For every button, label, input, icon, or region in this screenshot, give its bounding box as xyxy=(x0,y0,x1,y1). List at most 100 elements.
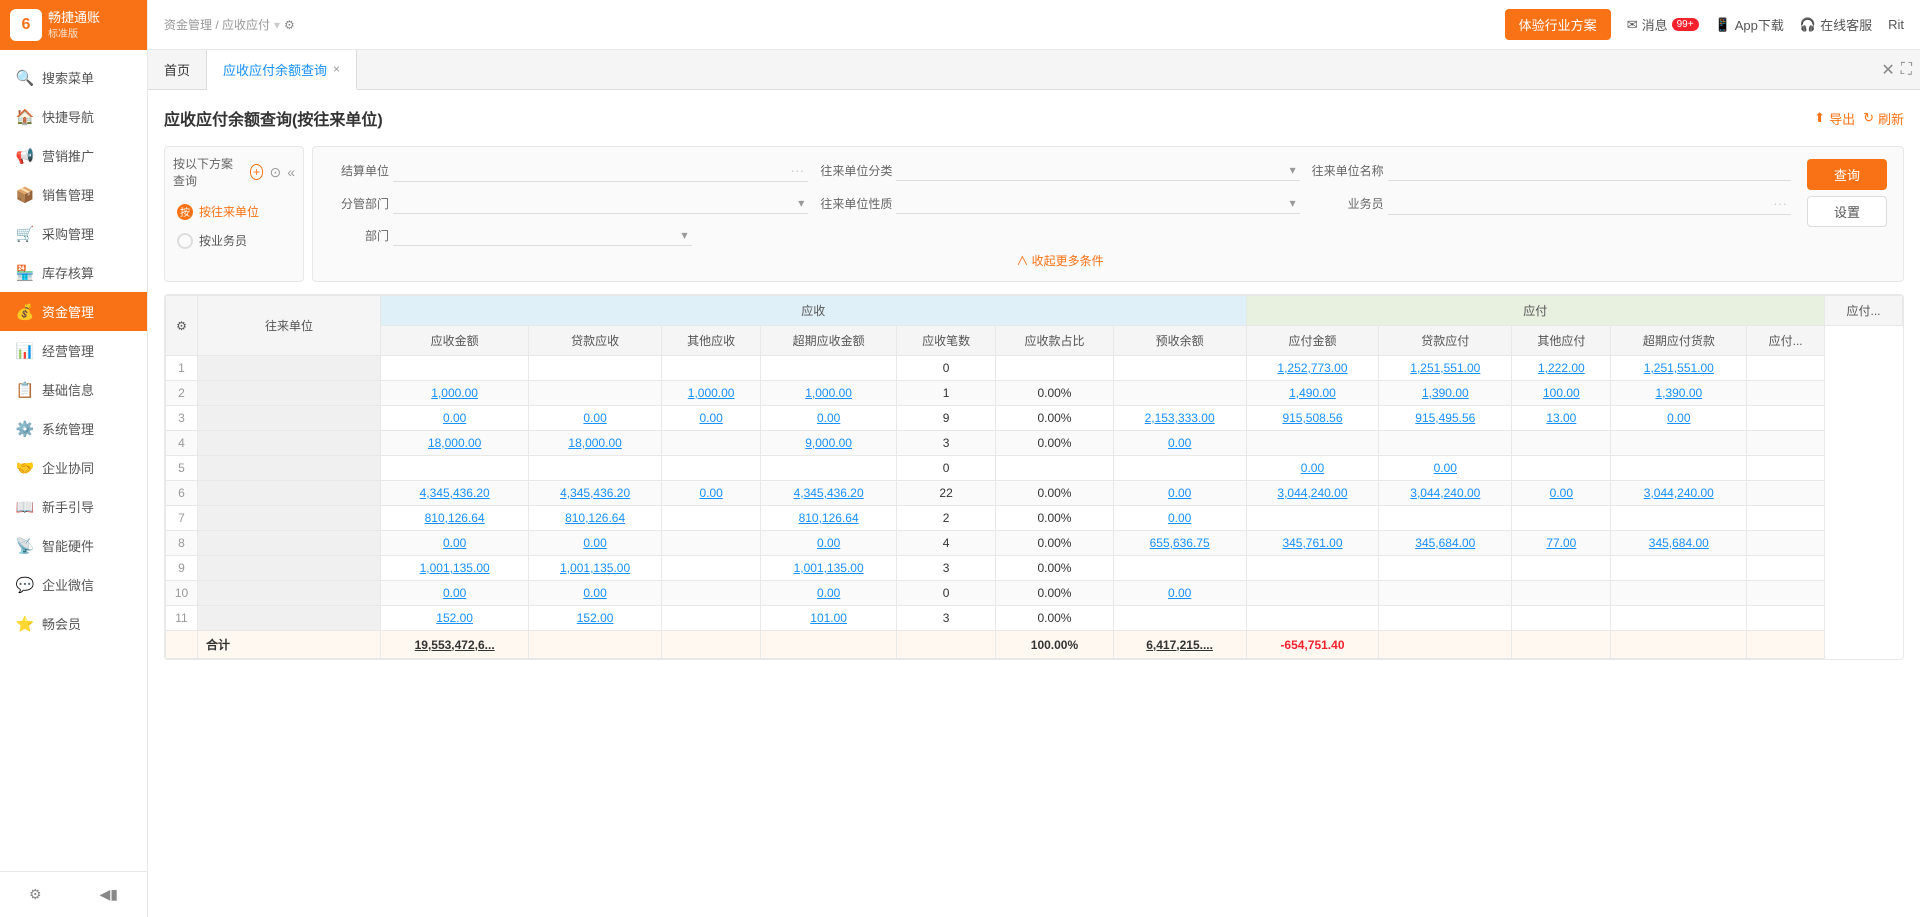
ap_other-cell[interactable]: 1,222.00 xyxy=(1512,356,1611,381)
ar_prepay-cell[interactable]: 0.00 xyxy=(1113,506,1246,531)
ap_amount-cell[interactable]: 3,044,240.00 xyxy=(1246,481,1379,506)
dept-select[interactable]: ▾ xyxy=(393,225,692,246)
tab-home[interactable]: 首页 xyxy=(148,50,207,89)
sidebar-item-search-menu[interactable]: 🔍 搜索菜单 xyxy=(0,58,147,97)
settlement-unit-input[interactable]: ··· xyxy=(393,159,808,182)
ap_loan-cell[interactable]: 1,390.00 xyxy=(1379,381,1512,406)
managing-dept-select[interactable]: ▾ xyxy=(393,193,808,214)
ap_overdue-cell[interactable]: 345,684.00 xyxy=(1611,531,1747,556)
ar_loan-cell[interactable]: 4,345,436.20 xyxy=(529,481,662,506)
query-by-salesman[interactable]: 按业务员 xyxy=(169,226,299,255)
ap_loan-cell[interactable]: 1,251,551.00 xyxy=(1379,356,1512,381)
ap_loan-cell[interactable]: 915,495.56 xyxy=(1379,406,1512,431)
ar_overdue-cell[interactable]: 1,000.00 xyxy=(761,381,897,406)
sidebar-item-weixin[interactable]: 💬 企业微信 xyxy=(0,565,147,604)
ap_amount-cell[interactable]: 1,252,773.00 xyxy=(1246,356,1379,381)
ar_loan-cell[interactable]: 0.00 xyxy=(529,531,662,556)
sidebar-item-enterprise[interactable]: 🤝 企业协同 xyxy=(0,448,147,487)
ar_overdue-cell[interactable]: 4,345,436.20 xyxy=(761,481,897,506)
footer-ar-prepay[interactable]: 6,417,215.... xyxy=(1113,631,1246,659)
salesman-input[interactable]: ··· xyxy=(1388,192,1791,215)
sidebar-item-operations[interactable]: 📊 经营管理 xyxy=(0,331,147,370)
user-display[interactable]: Rit xyxy=(1888,17,1904,32)
settings-btn[interactable]: 设置 xyxy=(1807,196,1887,227)
ap_overdue-cell[interactable]: 3,044,240.00 xyxy=(1611,481,1747,506)
query-btn[interactable]: 查询 xyxy=(1807,159,1887,190)
sidebar-item-newbie[interactable]: 📖 新手引导 xyxy=(0,487,147,526)
ar_overdue-cell[interactable]: 0.00 xyxy=(761,581,897,606)
ar_prepay-cell[interactable]: 0.00 xyxy=(1113,431,1246,456)
sidebar-item-purchase[interactable]: 🛒 采购管理 xyxy=(0,214,147,253)
ar_amount-cell[interactable]: 18,000.00 xyxy=(381,431,529,456)
ar_overdue-cell[interactable]: 9,000.00 xyxy=(761,431,897,456)
partner-name-input[interactable] xyxy=(1388,160,1791,181)
sidebar-item-system[interactable]: ⚙️ 系统管理 xyxy=(0,409,147,448)
ar_loan-cell[interactable]: 0.00 xyxy=(529,581,662,606)
query-by-partner[interactable]: 按 按往来单位 xyxy=(169,197,299,226)
partner-name-field[interactable] xyxy=(1392,163,1787,177)
ap_amount-cell[interactable]: 1,490.00 xyxy=(1246,381,1379,406)
ar_prepay-cell[interactable]: 0.00 xyxy=(1113,481,1246,506)
ar_overdue-cell[interactable]: 101.00 xyxy=(761,606,897,631)
ar_loan-cell[interactable]: 152.00 xyxy=(529,606,662,631)
ap_amount-cell[interactable]: 915,508.56 xyxy=(1246,406,1379,431)
add-icon[interactable]: + xyxy=(250,164,264,180)
ap_loan-cell[interactable]: 0.00 xyxy=(1379,456,1512,481)
tab-close-btn[interactable]: × xyxy=(333,62,340,76)
messages-btn[interactable]: ✉ 消息 99+ xyxy=(1627,15,1699,34)
ar_prepay-cell[interactable]: 2,153,333.00 xyxy=(1113,406,1246,431)
ar_overdue-cell[interactable]: 0.00 xyxy=(761,531,897,556)
ar_amount-cell[interactable]: 0.00 xyxy=(381,581,529,606)
collapse-btn[interactable]: ∧ 收起更多条件 xyxy=(1016,254,1103,268)
ap_overdue-cell[interactable]: 1,251,551.00 xyxy=(1611,356,1747,381)
app-download-btn[interactable]: 📱 App下载 xyxy=(1715,15,1784,34)
sidebar-collapse-btn[interactable]: ◀▮ xyxy=(92,882,126,907)
ar_amount-cell[interactable]: 0.00 xyxy=(381,531,529,556)
collapse-left-icon[interactable]: « xyxy=(287,164,295,180)
online-service-btn[interactable]: 🎧 在线客服 xyxy=(1800,15,1872,34)
trial-btn[interactable]: 体验行业方案 xyxy=(1505,9,1611,40)
ar_amount-cell[interactable]: 1,000.00 xyxy=(381,381,529,406)
sidebar-item-member[interactable]: ⭐ 畅会员 xyxy=(0,604,147,643)
ap_other-cell[interactable]: 13.00 xyxy=(1512,406,1611,431)
tab-ar-ap-query[interactable]: 应收应付余额查询 × xyxy=(207,50,357,90)
sidebar-item-quick-nav[interactable]: 🏠 快捷导航 xyxy=(0,97,147,136)
footer-ar-amount[interactable]: 19,553,472,6... xyxy=(381,631,529,659)
ar_loan-cell[interactable]: 0.00 xyxy=(529,406,662,431)
topbar-settings-icon[interactable]: ⚙ xyxy=(284,18,295,32)
ar_loan-cell[interactable]: 18,000.00 xyxy=(529,431,662,456)
ar_overdue-cell[interactable]: 1,001,135.00 xyxy=(761,556,897,581)
sidebar-item-smart-hw[interactable]: 📡 智能硬件 xyxy=(0,526,147,565)
ar_amount-cell[interactable]: 4,345,436.20 xyxy=(381,481,529,506)
table-config-icon[interactable]: ⚙ xyxy=(176,319,187,333)
tab-close-window-btn[interactable]: ✕ xyxy=(1881,60,1894,80)
tab-expand-btn[interactable]: ⛶ xyxy=(1901,61,1912,79)
partner-nature-select[interactable]: ▾ xyxy=(896,193,1299,214)
ap_amount-cell[interactable]: 0.00 xyxy=(1246,456,1379,481)
sidebar-item-basic-info[interactable]: 📋 基础信息 xyxy=(0,370,147,409)
ap_other-cell[interactable]: 77.00 xyxy=(1512,531,1611,556)
ap_overdue-cell[interactable]: 0.00 xyxy=(1611,406,1747,431)
refresh-btn[interactable]: ↻ 刷新 xyxy=(1863,109,1904,128)
ar_prepay-cell[interactable]: 655,636.75 xyxy=(1113,531,1246,556)
ar_other-cell[interactable]: 1,000.00 xyxy=(662,381,761,406)
settings-small-icon[interactable]: ⊙ xyxy=(269,164,281,181)
export-btn[interactable]: ⬆ 导出 xyxy=(1814,109,1855,128)
sidebar-settings-btn[interactable]: ⚙ xyxy=(21,882,50,907)
ar_amount-cell[interactable]: 0.00 xyxy=(381,406,529,431)
ar_other-cell[interactable]: 0.00 xyxy=(662,406,761,431)
ar_amount-cell[interactable]: 1,001,135.00 xyxy=(381,556,529,581)
ap_other-cell[interactable]: 100.00 xyxy=(1512,381,1611,406)
sidebar-item-sales[interactable]: 📦 销售管理 xyxy=(0,175,147,214)
ar_overdue-cell[interactable]: 0.00 xyxy=(761,406,897,431)
partner-category-select[interactable]: ▾ xyxy=(896,160,1299,181)
ar_prepay-cell[interactable]: 0.00 xyxy=(1113,581,1246,606)
ar_amount-cell[interactable]: 152.00 xyxy=(381,606,529,631)
ar_loan-cell[interactable]: 810,126.64 xyxy=(529,506,662,531)
ap_other-cell[interactable]: 0.00 xyxy=(1512,481,1611,506)
ap_loan-cell[interactable]: 345,684.00 xyxy=(1379,531,1512,556)
ar_other-cell[interactable]: 0.00 xyxy=(662,481,761,506)
sidebar-item-capital[interactable]: 💰 资金管理 xyxy=(0,292,147,331)
ar_amount-cell[interactable]: 810,126.64 xyxy=(381,506,529,531)
sidebar-item-marketing[interactable]: 📢 营销推广 xyxy=(0,136,147,175)
